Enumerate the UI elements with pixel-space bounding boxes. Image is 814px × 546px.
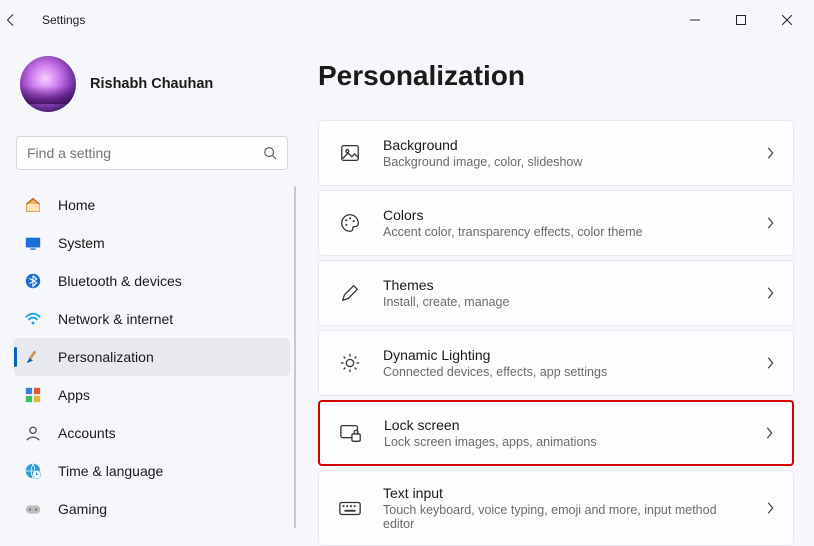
card-title: Text input <box>383 485 745 501</box>
chevron-right-icon <box>765 146 775 160</box>
nav-item-bluetooth[interactable]: Bluetooth & devices <box>14 262 290 300</box>
card-subtitle: Background image, color, slideshow <box>383 155 745 169</box>
search-input[interactable] <box>27 145 263 161</box>
card-subtitle: Install, create, manage <box>383 295 745 309</box>
keyboard-icon <box>337 498 363 518</box>
nav-item-label: Gaming <box>58 501 107 517</box>
nav-item-time[interactable]: Time & language <box>14 452 290 490</box>
nav-list: Home System Bluetooth & devices Network … <box>14 186 290 528</box>
card-subtitle: Accent color, transparency effects, colo… <box>383 225 745 239</box>
nav-item-label: Network & internet <box>58 311 173 327</box>
card-title: Themes <box>383 277 745 293</box>
nav-item-label: Time & language <box>58 463 163 479</box>
card-subtitle: Touch keyboard, voice typing, emoji and … <box>383 503 745 531</box>
clock-globe-icon <box>24 462 42 480</box>
apps-icon <box>24 386 42 404</box>
nav-item-system[interactable]: System <box>14 224 290 262</box>
window-controls <box>672 4 810 36</box>
paintbrush-icon <box>24 348 42 366</box>
nav-item-network[interactable]: Network & internet <box>14 300 290 338</box>
nav-item-label: Apps <box>58 387 90 403</box>
close-button[interactable] <box>764 4 810 36</box>
card-text-input[interactable]: Text input Touch keyboard, voice typing,… <box>318 470 794 546</box>
chevron-right-icon <box>765 216 775 230</box>
card-title: Dynamic Lighting <box>383 347 745 363</box>
bluetooth-icon <box>24 272 42 290</box>
page-title: Personalization <box>318 60 794 92</box>
card-title: Colors <box>383 207 745 223</box>
nav-item-label: Home <box>58 197 95 213</box>
sidebar: Rishabh Chauhan Home System <box>0 40 300 546</box>
wifi-icon <box>24 310 42 328</box>
username: Rishabh Chauhan <box>90 76 213 92</box>
nav-item-label: Accounts <box>58 425 116 441</box>
minimize-button[interactable] <box>672 4 718 36</box>
search-box[interactable] <box>16 136 288 170</box>
card-title: Background <box>383 137 745 153</box>
profile[interactable]: Rishabh Chauhan <box>14 40 290 136</box>
main-content: Personalization Background Background im… <box>300 40 814 546</box>
card-subtitle: Lock screen images, apps, animations <box>384 435 744 449</box>
card-title: Lock screen <box>384 417 744 433</box>
pen-icon <box>337 282 363 304</box>
titlebar: Settings <box>0 0 814 40</box>
person-icon <box>24 424 42 442</box>
nav-item-personalization[interactable]: Personalization <box>14 338 290 376</box>
gamepad-icon <box>24 500 42 518</box>
settings-card-list: Background Background image, color, slid… <box>318 120 794 546</box>
chevron-right-icon <box>764 426 774 440</box>
card-background[interactable]: Background Background image, color, slid… <box>318 120 794 186</box>
maximize-button[interactable] <box>718 4 764 36</box>
card-colors[interactable]: Colors Accent color, transparency effect… <box>318 190 794 256</box>
palette-icon <box>337 212 363 234</box>
card-subtitle: Connected devices, effects, app settings <box>383 365 745 379</box>
card-themes[interactable]: Themes Install, create, manage <box>318 260 794 326</box>
card-lock-screen[interactable]: Lock screen Lock screen images, apps, an… <box>318 400 794 466</box>
lock-screen-icon <box>338 422 364 444</box>
home-icon <box>24 196 42 214</box>
search-icon <box>263 146 277 160</box>
nav-item-gaming[interactable]: Gaming <box>14 490 290 528</box>
window-title: Settings <box>42 13 85 27</box>
chevron-right-icon <box>765 356 775 370</box>
nav-item-accounts[interactable]: Accounts <box>14 414 290 452</box>
nav-item-label: Personalization <box>58 349 154 365</box>
nav-item-label: System <box>58 235 105 251</box>
chevron-right-icon <box>765 286 775 300</box>
brightness-icon <box>337 352 363 374</box>
scrollbar[interactable] <box>294 186 296 528</box>
nav-item-home[interactable]: Home <box>14 186 290 224</box>
avatar <box>20 56 76 112</box>
nav-item-label: Bluetooth & devices <box>58 273 182 289</box>
nav-item-apps[interactable]: Apps <box>14 376 290 414</box>
picture-icon <box>337 142 363 164</box>
card-dynamic-lighting[interactable]: Dynamic Lighting Connected devices, effe… <box>318 330 794 396</box>
back-button[interactable] <box>4 13 42 27</box>
chevron-right-icon <box>765 501 775 515</box>
system-icon <box>24 234 42 252</box>
